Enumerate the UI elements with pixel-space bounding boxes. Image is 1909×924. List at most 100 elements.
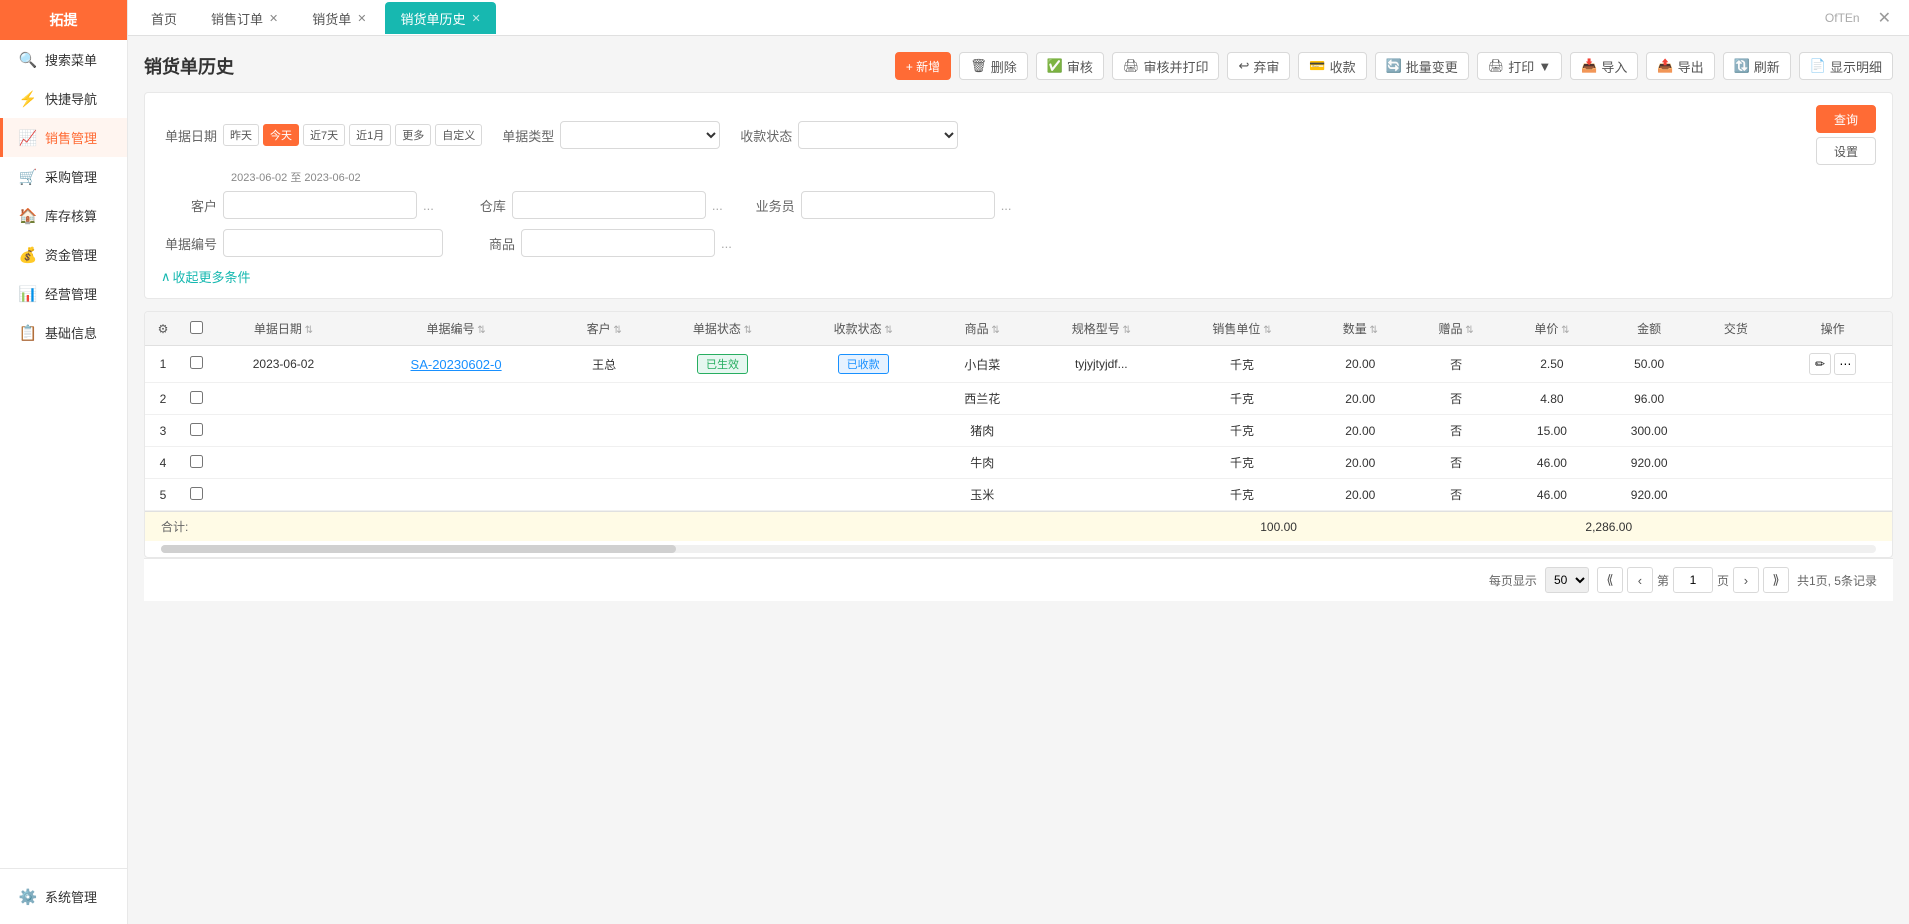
- date-btn-custom[interactable]: 自定义: [435, 124, 482, 146]
- date-btn-today[interactable]: 今天: [263, 124, 299, 146]
- batch-change-button[interactable]: 🔄 批量变更: [1375, 52, 1469, 80]
- col-doc-date[interactable]: 单据日期: [211, 312, 356, 346]
- page-first-button[interactable]: ⟪: [1597, 567, 1623, 593]
- row-checkbox[interactable]: [190, 391, 203, 404]
- delete-button[interactable]: 🗑 删除: [959, 52, 1028, 80]
- payment-status-select[interactable]: [798, 121, 958, 149]
- print-button[interactable]: 🖨 打印 ▼: [1477, 52, 1562, 80]
- col-doc-status[interactable]: 单据状态: [652, 312, 793, 346]
- audit-button[interactable]: ✅ 审核: [1036, 52, 1104, 80]
- customer-more-icon[interactable]: ...: [423, 198, 434, 213]
- cell-unit-price: 2.50: [1504, 346, 1600, 383]
- cell-seq: 1: [145, 346, 181, 383]
- refresh-button[interactable]: 🔃 刷新: [1723, 52, 1791, 80]
- col-gift[interactable]: 赠品: [1408, 312, 1504, 346]
- cell-unit-price: 4.80: [1504, 383, 1600, 415]
- per-page-select[interactable]: 50: [1545, 567, 1589, 593]
- warehouse-more-icon[interactable]: ...: [712, 198, 723, 213]
- export-button[interactable]: 📤 导出: [1646, 52, 1714, 80]
- customer-field: 客户 ...: [161, 191, 434, 219]
- date-btn-yesterday[interactable]: 昨天: [223, 124, 259, 146]
- doc-number-input[interactable]: [223, 229, 443, 257]
- page-input[interactable]: [1673, 567, 1713, 593]
- cell-checkbox[interactable]: [181, 346, 211, 383]
- collapse-button[interactable]: ∧ 收起更多条件: [161, 267, 1876, 286]
- row-checkbox[interactable]: [190, 356, 203, 369]
- cell-checkbox[interactable]: [181, 447, 211, 479]
- cell-doc-number[interactable]: SA-20230602-0: [356, 346, 556, 383]
- cell-checkbox[interactable]: [181, 415, 211, 447]
- date-btn-more[interactable]: 更多: [395, 124, 431, 146]
- sidebar-item-purchase-mgmt[interactable]: 🛒 采购管理: [0, 157, 127, 196]
- date-btn-7days[interactable]: 近7天: [303, 124, 345, 146]
- table-row: 5 玉米 千克 20.00 否 46.00 920.00: [145, 479, 1892, 511]
- row-checkbox[interactable]: [190, 455, 203, 468]
- sidebar-item-label: 资金管理: [45, 245, 97, 264]
- col-ops: 操作: [1773, 312, 1892, 346]
- cell-doc-number: [356, 447, 556, 479]
- goods-more-icon[interactable]: ...: [721, 236, 732, 251]
- tab-sales-order-close[interactable]: ✕: [269, 12, 278, 25]
- more-ops-button[interactable]: ⋯: [1834, 353, 1856, 375]
- row-checkbox[interactable]: [190, 487, 203, 500]
- salesperson-more-icon[interactable]: ...: [1001, 198, 1012, 213]
- tab-sales-goods[interactable]: 销货单 ✕: [297, 2, 381, 34]
- select-all-checkbox[interactable]: [190, 321, 203, 334]
- query-button[interactable]: 查询: [1816, 105, 1876, 133]
- col-customer[interactable]: 客户: [556, 312, 652, 346]
- page-next-button[interactable]: ›: [1733, 567, 1759, 593]
- import-button[interactable]: 📥 导入: [1570, 52, 1638, 80]
- tab-sales-history-close[interactable]: ✕: [472, 12, 481, 25]
- sidebar-item-basic-info[interactable]: 📋 基础信息: [0, 313, 127, 352]
- col-checkbox[interactable]: [181, 312, 211, 346]
- doc-type-select[interactable]: [560, 121, 720, 149]
- collect-button[interactable]: 💳 收款: [1298, 52, 1366, 80]
- col-doc-number[interactable]: 单据编号: [356, 312, 556, 346]
- col-settings[interactable]: ⚙: [145, 312, 181, 346]
- salesperson-field: 业务员 ...: [739, 191, 1012, 219]
- show-detail-button[interactable]: 📄 显示明细: [1799, 52, 1893, 80]
- col-spec[interactable]: 规格型号: [1031, 312, 1172, 346]
- horizontal-scrollbar[interactable]: [161, 545, 1876, 553]
- tab-sales-history-label: 销货单历史: [400, 9, 465, 28]
- cell-customer: [556, 383, 652, 415]
- cell-unit-price: 46.00: [1504, 479, 1600, 511]
- page-prev-button[interactable]: ‹: [1627, 567, 1653, 593]
- new-button[interactable]: + 新增: [895, 52, 951, 80]
- sidebar-item-quick-nav[interactable]: ⚡ 快捷导航: [0, 79, 127, 118]
- settings-button[interactable]: 设置: [1816, 137, 1876, 165]
- table-row: 2 西兰花 千克 20.00 否 4.80 96.00: [145, 383, 1892, 415]
- tab-home[interactable]: 首页: [136, 2, 192, 34]
- audit-print-button[interactable]: 🖨 审核并打印: [1112, 52, 1220, 80]
- scrollbar-thumb[interactable]: [161, 545, 676, 553]
- col-qty[interactable]: 数量: [1312, 312, 1408, 346]
- sidebar-item-inventory[interactable]: 🏠 库存核算: [0, 196, 127, 235]
- cell-checkbox[interactable]: [181, 479, 211, 511]
- salesperson-input[interactable]: [801, 191, 995, 219]
- tab-sales-goods-close[interactable]: ✕: [357, 12, 366, 25]
- sidebar-item-system-mgmt[interactable]: ⚙️ 系统管理: [0, 877, 127, 916]
- customer-input[interactable]: [223, 191, 417, 219]
- row-checkbox[interactable]: [190, 423, 203, 436]
- warehouse-input[interactable]: [512, 191, 706, 219]
- col-unit-price[interactable]: 单价: [1504, 312, 1600, 346]
- tab-sales-order[interactable]: 销售订单 ✕: [196, 2, 293, 34]
- date-btn-1month[interactable]: 近1月: [349, 124, 391, 146]
- page-last-button[interactable]: ⟫: [1763, 567, 1789, 593]
- sidebar-item-sales-mgmt[interactable]: 📈 销售管理: [0, 118, 127, 157]
- tab-home-label: 首页: [151, 9, 177, 28]
- edit-button[interactable]: ✏: [1809, 353, 1831, 375]
- goods-input[interactable]: [521, 229, 715, 257]
- sidebar-item-operations[interactable]: 📊 经营管理: [0, 274, 127, 313]
- cell-gift: 否: [1408, 346, 1504, 383]
- col-goods[interactable]: 商品: [934, 312, 1031, 346]
- window-close-button[interactable]: ✕: [1868, 4, 1901, 32]
- doc-number-link[interactable]: SA-20230602-0: [411, 357, 502, 372]
- col-unit[interactable]: 销售单位: [1172, 312, 1313, 346]
- sidebar-item-finance[interactable]: 💰 资金管理: [0, 235, 127, 274]
- col-payment-status[interactable]: 收款状态: [793, 312, 934, 346]
- abandon-button[interactable]: ↩ 弃审: [1227, 52, 1290, 80]
- cell-checkbox[interactable]: [181, 383, 211, 415]
- tab-sales-history[interactable]: 销货单历史 ✕: [385, 2, 495, 34]
- sidebar-item-search-menu[interactable]: 🔍 搜索菜单: [0, 40, 127, 79]
